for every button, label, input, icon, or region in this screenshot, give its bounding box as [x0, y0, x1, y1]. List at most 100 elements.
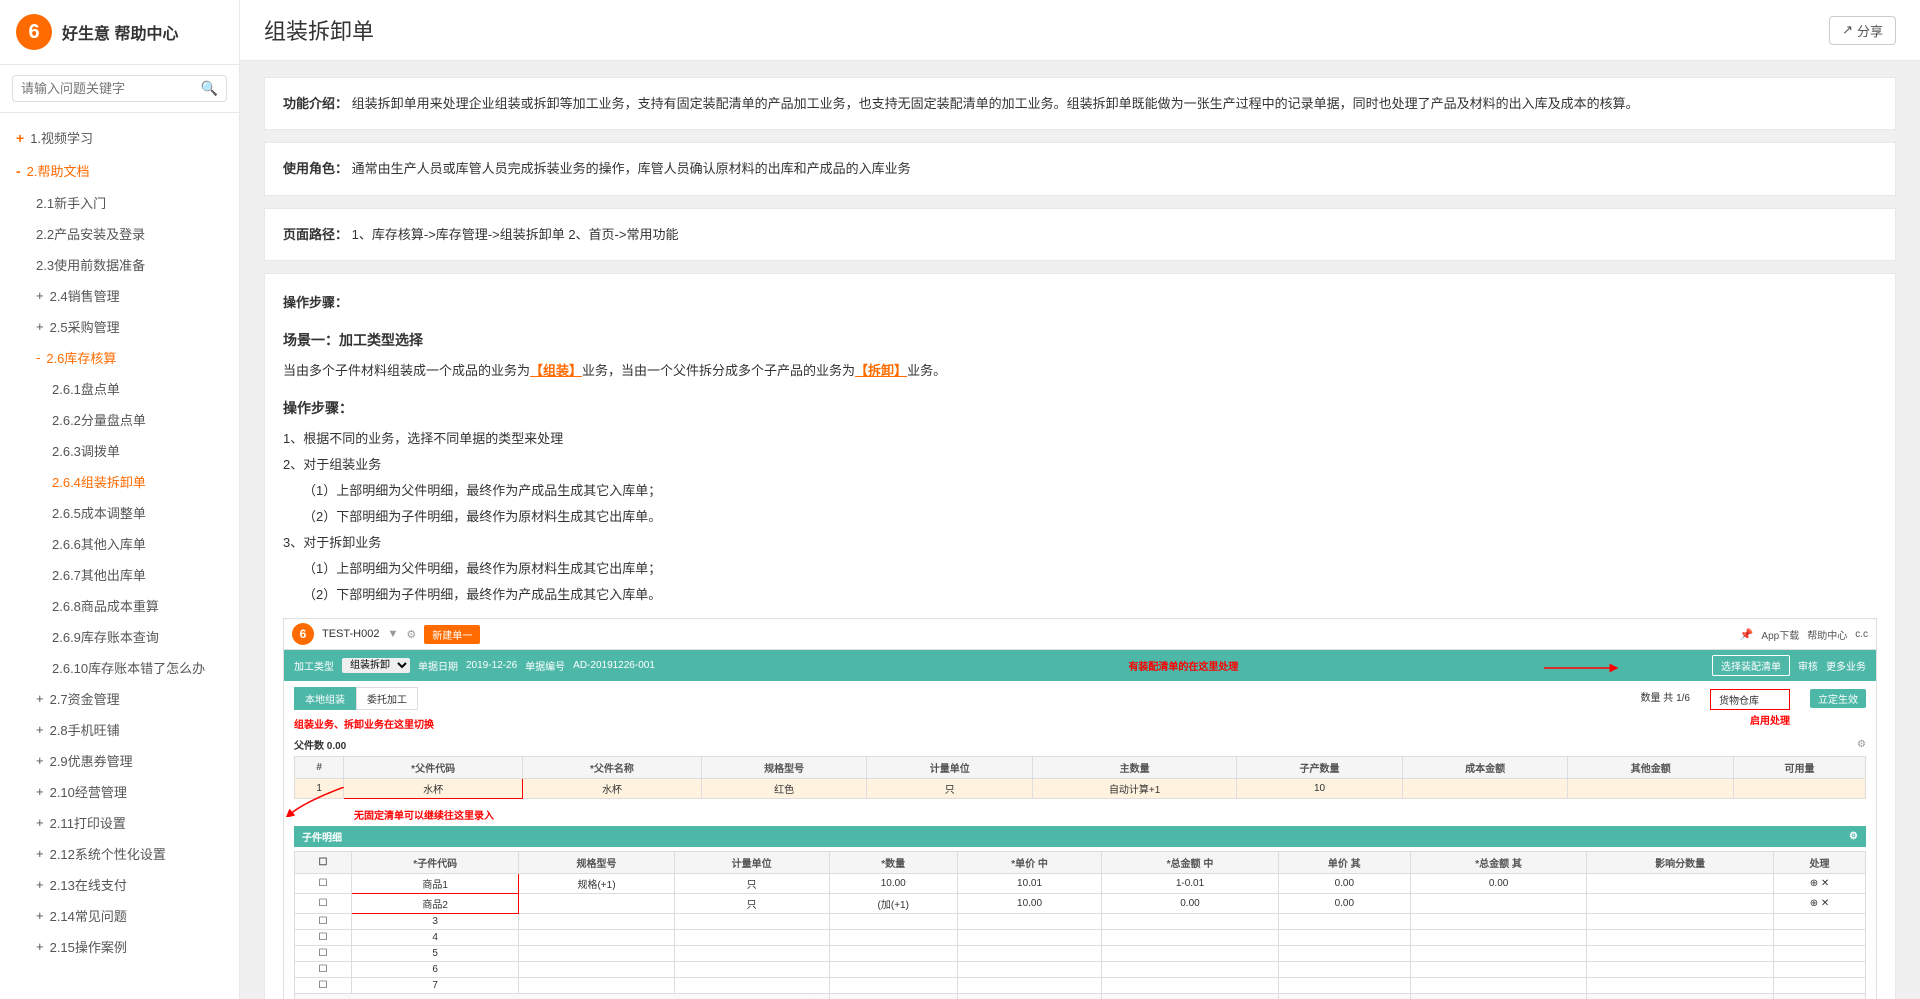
sidebar-item-costrecalc[interactable]: 2.6.8商品成本重算: [0, 590, 239, 621]
sidebar-item-video[interactable]: + 1.视频学习: [0, 121, 239, 154]
sidebar-item-stockcheck[interactable]: 2.6.9库存账本查询: [0, 621, 239, 652]
table-row: ☐6: [295, 962, 1866, 978]
sidebar-item-data[interactable]: 2.3使用前数据准备: [0, 249, 239, 280]
search-wrapper: 🔍: [12, 75, 227, 102]
table-tools: ⚙: [1857, 739, 1866, 750]
col-qty: 主数量: [1033, 757, 1237, 779]
expand-icon: +: [36, 722, 44, 737]
cell-cb: ☐: [295, 874, 352, 894]
sidebar-item-stocktake[interactable]: 2.6.1盘点单: [0, 373, 239, 404]
search-input[interactable]: [21, 81, 201, 96]
col-affect: 影响分数量: [1587, 852, 1774, 874]
steps-card: 操作步骤： 场景一：加工类型选择 当由多个子件材料组装成一个成品的业务为【组装】…: [264, 273, 1896, 999]
sidebar-item-case[interactable]: + 2.15操作案例: [0, 931, 239, 962]
col-other: 其他金额: [1568, 757, 1734, 779]
sidebar-item-assembly[interactable]: 2.6.4组装拆卸单: [0, 466, 239, 497]
app-nav-help[interactable]: 帮助中心: [1807, 627, 1847, 642]
sidebar-item-adjust[interactable]: 2.6.3调拨单: [0, 435, 239, 466]
cell-action-v: ⊕ ✕: [1774, 874, 1866, 894]
search-icon[interactable]: 🔍: [201, 80, 218, 97]
scene1-label: 场景一：加工类型选择: [283, 326, 1877, 354]
sidebar-item-docs[interactable]: - 2.帮助文档: [0, 154, 239, 187]
warehouse-input[interactable]: 货物仓库: [1710, 689, 1790, 710]
sidebar-item-custom[interactable]: + 2.12系统个性化设置: [0, 838, 239, 869]
step3-2: （2）下部明细为子件明细，最终作为产成品生成其它入库单。: [283, 582, 1877, 608]
path-label: 页面路径：: [283, 227, 348, 242]
sidebar-item-faq[interactable]: + 2.14常见问题: [0, 900, 239, 931]
parent-table-title: 父件数 0.00: [294, 737, 346, 752]
share-button[interactable]: ↗ 分享: [1829, 16, 1896, 45]
table-row: ☐4: [295, 930, 1866, 946]
tab-outsource[interactable]: 委托加工: [356, 687, 418, 710]
cell-child-qty: 10: [1237, 779, 1403, 799]
cell-affect-v: [1587, 874, 1774, 894]
scene1-desc: 当由多个子件材料组装成一个成品的业务为【组装】业务，当由一个父件拆分成多个子产品…: [283, 358, 1877, 384]
annotation1-text: 有装配清单的在这里处理: [1128, 662, 1238, 673]
func-intro-card: 功能介绍： 组装拆卸单用来处理企业组装或拆卸等加工业务，支持有固定装配清单的产品…: [264, 77, 1896, 130]
sidebar-item-coupon[interactable]: + 2.9优惠券管理: [0, 745, 239, 776]
cell-qty: 自动计算+1: [1033, 779, 1237, 799]
cell-spec: 红色: [701, 779, 867, 799]
cell-cost: [1402, 779, 1568, 799]
sidebar-item-sales[interactable]: + 2.4销售管理: [0, 280, 239, 311]
expand-icon: +: [36, 753, 44, 768]
sidebar-item-costadj[interactable]: 2.6.5成本调整单: [0, 497, 239, 528]
save-btn[interactable]: 立定生效: [1810, 689, 1866, 708]
col-unit: 计量单位: [867, 757, 1033, 779]
cell-child-code: 商品1: [351, 874, 519, 894]
col-total-mid: *总金额 中: [1102, 852, 1278, 874]
expand-icon: +: [36, 691, 44, 706]
path-card: 页面路径： 1、库存核算->库存管理->组装拆卸单 2、首页->常用功能: [264, 208, 1896, 261]
toolbar-date-value: 2019-12-26: [466, 660, 517, 671]
col-num: #: [295, 757, 344, 779]
expand-icon: +: [36, 908, 44, 923]
app-nav-user[interactable]: c.c: [1855, 629, 1868, 640]
sidebar-item-install[interactable]: 2.2产品安装及登录: [0, 218, 239, 249]
app-nav-home[interactable]: App下载: [1761, 627, 1799, 642]
more-btn[interactable]: 更多业务: [1826, 658, 1866, 673]
screenshot-inner: 6 TEST-H002 ▼ ⚙ 新建单一 📌 App下载 帮助中心 c.c: [284, 619, 1876, 999]
col-child-qty-h: *数量: [829, 852, 957, 874]
table-row: 1 水杯 水杯 红色 只 自动计算+1 10: [295, 779, 1866, 799]
cell-avail: [1734, 779, 1866, 799]
toolbar-type-label: 加工类型: [294, 658, 334, 673]
sidebar-item-otherin[interactable]: 2.6.6其他入库单: [0, 528, 239, 559]
sidebar-item-ops[interactable]: + 2.10经营管理: [0, 776, 239, 807]
sidebar-item-splitsub[interactable]: 2.6.2分量盘点单: [0, 404, 239, 435]
ops-steps2-label: 操作步骤：: [283, 394, 1877, 422]
app-topbar: 6 TEST-H002 ▼ ⚙ 新建单一 📌 App下载 帮助中心 c.c: [284, 619, 1876, 650]
tab-local-assembly[interactable]: 本地组装: [294, 687, 356, 710]
expand-icon: +: [16, 130, 24, 146]
approve-btn[interactable]: 审核: [1798, 658, 1818, 673]
sidebar-item-inventory[interactable]: - 2.6库存核算: [0, 342, 239, 373]
col-unit-other: 单价 其: [1278, 852, 1410, 874]
child-table: ☐ *子件代码 规格型号 计量单位 *数量 *单价 中 *总金额 中 单价 其: [294, 851, 1866, 999]
sidebar-item-stockerr[interactable]: 2.6.10库存账本错了怎么办: [0, 652, 239, 683]
collapse-icon: -: [16, 163, 21, 179]
confirm-assembly-btn[interactable]: 选择装配清单: [1712, 655, 1790, 676]
child-table-icon: ⚙: [1849, 831, 1858, 842]
cell-child-code2: 商品2: [351, 894, 519, 914]
cell-child-unit: 只: [674, 874, 829, 894]
sidebar-item-finance[interactable]: + 2.7资金管理: [0, 683, 239, 714]
screenshot-container: 6 TEST-H002 ▼ ⚙ 新建单一 📌 App下载 帮助中心 c.c: [283, 618, 1877, 999]
topbar-new-btn[interactable]: 新建单一: [424, 625, 480, 644]
ops-steps-label: 操作步骤：: [283, 290, 1877, 316]
role-text: 通常由生产人员或库管人员完成拆装业务的操作，库管人员确认原材料的出库和产成品的入…: [352, 161, 911, 176]
step3-1: （1）上部明细为父件明细，最终作为原材料生成其它出库单；: [283, 556, 1877, 582]
func-intro-text: 组装拆卸单用来处理企业组装或拆卸等加工业务，支持有固定装配清单的产品加工业务，也…: [352, 96, 1639, 111]
toolbar-type-select[interactable]: 组装拆卸: [342, 658, 410, 673]
sidebar-item-online[interactable]: + 2.13在线支付: [0, 869, 239, 900]
col-cb: ☐: [295, 852, 352, 874]
search-area: 🔍: [0, 65, 239, 113]
app-document-toolbar: 加工类型 组装拆卸 单据日期 2019-12-26 单据编号 AD-201912…: [284, 650, 1876, 681]
col-child-unit: 计量单位: [674, 852, 829, 874]
sidebar-item-purchase[interactable]: + 2.5采购管理: [0, 311, 239, 342]
sidebar-item-otherout[interactable]: 2.6.7其他出库单: [0, 559, 239, 590]
step1: 1、根据不同的业务，选择不同单据的类型来处理: [283, 426, 1877, 452]
col-unit-price: *单价 中: [957, 852, 1102, 874]
expand-icon: +: [36, 846, 44, 861]
sidebar-item-print[interactable]: + 2.11打印设置: [0, 807, 239, 838]
sidebar-item-new[interactable]: 2.1新手入门: [0, 187, 239, 218]
sidebar-item-mobile[interactable]: + 2.8手机旺铺: [0, 714, 239, 745]
